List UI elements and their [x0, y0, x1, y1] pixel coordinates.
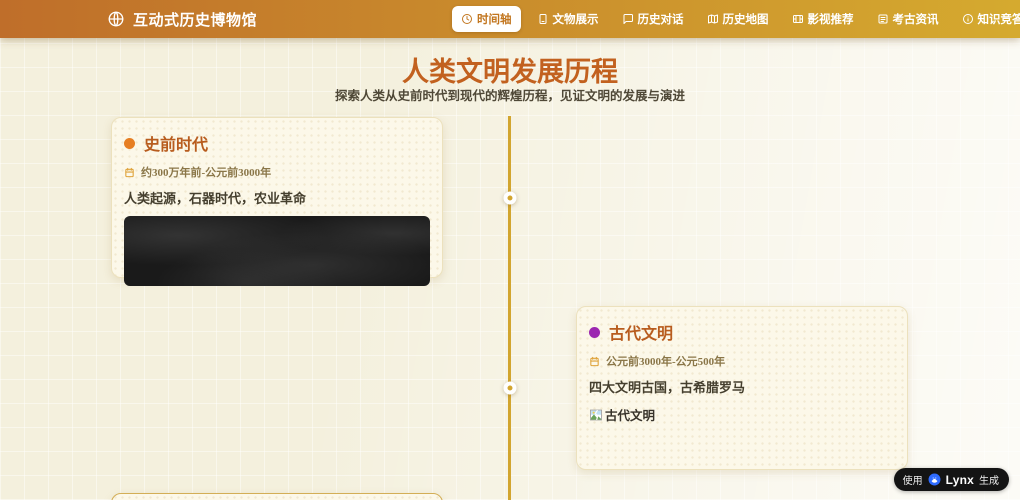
- brand-title: 互动式历史博物馆: [133, 11, 258, 29]
- nav-label: 文物展示: [552, 14, 599, 26]
- badge-suffix: 生成: [979, 476, 999, 487]
- event-dot: [589, 326, 600, 338]
- lynx-badge[interactable]: 使用 Lynx 生成: [893, 468, 1009, 491]
- chat-icon: [623, 14, 633, 24]
- nav-item-quiz[interactable]: 知识竞答: [955, 6, 1020, 32]
- event-title: 古代文明: [609, 326, 674, 343]
- event-date-row: 约300万年前-公元前3000年: [124, 164, 430, 180]
- nav-item-films[interactable]: 影视推荐: [785, 6, 861, 32]
- event-title-row: 古代文明: [589, 320, 895, 344]
- badge-prefix: 使用: [902, 476, 923, 487]
- nav-label: 历史对话: [637, 14, 684, 26]
- nav-item-news[interactable]: 考古资讯: [870, 6, 946, 32]
- page: 互动式历史博物馆 时间轴 文物展示 历史对话 历史地图 影视推荐 考古资讯 知识…: [0, 0, 1020, 500]
- quiz-icon: [962, 14, 973, 24]
- brand[interactable]: 互动式历史博物馆: [107, 0, 257, 38]
- app-header: 互动式历史博物馆 时间轴 文物展示 历史对话 历史地图 影视推荐 考古资讯 知识…: [0, 0, 1020, 38]
- timeline-line: [508, 116, 511, 500]
- nav-label: 影视推荐: [807, 14, 854, 26]
- lynx-logo-icon: [928, 473, 941, 486]
- nav-item-timeline[interactable]: 时间轴: [452, 6, 521, 32]
- calendar-icon: [125, 167, 134, 177]
- nav-item-map[interactable]: 历史地图: [700, 6, 776, 32]
- clock-icon: [462, 14, 472, 24]
- nav-label: 考古资讯: [892, 14, 939, 26]
- main-nav: 时间轴 文物展示 历史对话 历史地图 影视推荐 考古资讯 知识竞答: [452, 0, 1020, 38]
- event-title: 史前时代: [144, 137, 209, 154]
- artifact-icon: [539, 14, 546, 24]
- event-dot: [124, 137, 135, 149]
- calendar-icon: [590, 356, 599, 366]
- globe-icon: [108, 11, 124, 27]
- image-alt-text: 古代文明: [605, 409, 656, 423]
- event-desc: 四大文明古国，古希腊罗马: [589, 380, 746, 395]
- page-title: 人类文明发展历程: [402, 57, 618, 87]
- timeline-dot: [503, 191, 517, 205]
- nav-item-dialogue[interactable]: 历史对话: [615, 6, 691, 32]
- broken-image: 古代文明: [589, 405, 895, 424]
- event-date-row: 公元前3000年-公元500年: [589, 353, 895, 369]
- map-icon: [707, 14, 718, 24]
- film-icon: [792, 15, 803, 23]
- broken-image-icon: [590, 409, 602, 420]
- event-card-clipped: [111, 493, 443, 500]
- nav-label: 知识竞答: [977, 14, 1020, 26]
- event-card-ancient: 古代文明 公元前3000年-公元500年 四大文明古国，古希腊罗马 古代文明: [576, 306, 908, 470]
- nav-item-artifacts[interactable]: 文物展示: [530, 6, 606, 32]
- timeline-dot: [503, 381, 517, 395]
- event-image: [124, 216, 430, 286]
- event-date: 公元前3000年-公元500年: [606, 356, 726, 368]
- news-icon: [878, 14, 887, 24]
- event-desc: 人类起源，石器时代，农业革命: [124, 191, 307, 206]
- event-card-prehistoric: 史前时代 约300万年前-公元前3000年 人类起源，石器时代，农业革命: [111, 117, 443, 286]
- nav-label: 历史地图: [722, 14, 769, 26]
- nav-label: 时间轴: [477, 14, 512, 26]
- event-date: 约300万年前-公元前3000年: [141, 167, 272, 179]
- page-subtitle: 探索人类从史前时代到现代的辉煌历程，见证文明的发展与演进: [334, 89, 685, 103]
- badge-brand: Lynx: [945, 472, 974, 487]
- event-title-row: 史前时代: [124, 131, 430, 155]
